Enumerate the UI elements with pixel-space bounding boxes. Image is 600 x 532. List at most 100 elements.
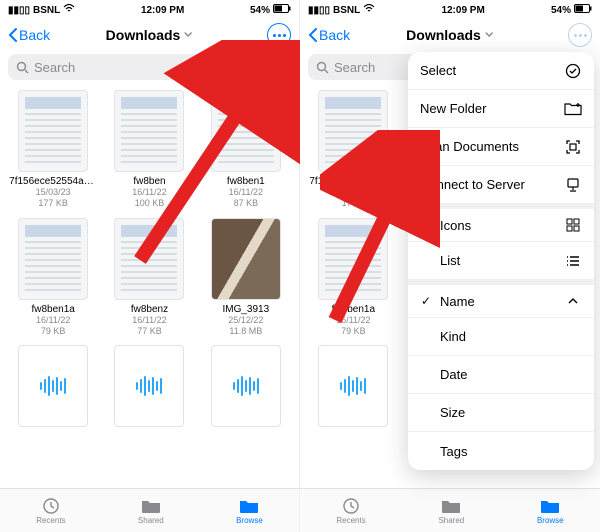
- search-icon: [316, 61, 329, 74]
- waveform-icon: [340, 376, 366, 396]
- file-thumbnail: [318, 90, 388, 172]
- menu-view-list[interactable]: List: [408, 242, 594, 280]
- battery-icon: [574, 4, 592, 16]
- file-thumbnail: [211, 90, 281, 172]
- tab-shared[interactable]: Shared: [138, 497, 164, 525]
- file-item[interactable]: IMG_391325/12/2211.8 MB: [199, 214, 293, 338]
- title-dropdown[interactable]: Downloads: [106, 27, 194, 43]
- file-thumbnail: [114, 218, 184, 300]
- file-thumbnail: [114, 90, 184, 172]
- check-icon: ✓: [420, 294, 432, 308]
- title-dropdown[interactable]: Downloads: [406, 27, 494, 43]
- file-grid: 7f156ece52554a5...739715/03/23177 KB fw8…: [0, 86, 299, 488]
- tab-recents[interactable]: Recents: [336, 497, 365, 525]
- file-item[interactable]: [102, 341, 196, 427]
- carrier-label: BSNL: [33, 5, 60, 16]
- tab-shared[interactable]: Shared: [438, 497, 464, 525]
- clock: 12:09 PM: [141, 5, 184, 16]
- search-icon: [16, 61, 29, 74]
- back-button[interactable]: Back: [8, 27, 50, 43]
- folder-icon: [539, 497, 561, 515]
- server-icon: [564, 176, 582, 194]
- back-label: Back: [319, 27, 350, 43]
- file-item[interactable]: fw8ben116/11/2287 KB: [199, 86, 293, 210]
- menu-new-folder[interactable]: New Folder: [408, 90, 594, 128]
- screen-right: ▮▮▯▯ BSNL 12:09 PM 54% Back Downloads: [300, 0, 600, 532]
- signal-icon: ▮▮▯▯: [308, 5, 330, 16]
- menu-connect-server[interactable]: Connect to Server: [408, 166, 594, 204]
- file-item[interactable]: fw8ben16/11/22100 KB: [102, 86, 196, 210]
- folder-person-icon: [440, 497, 462, 515]
- folder-person-icon: [140, 497, 162, 515]
- menu-view-icons[interactable]: ✓Icons: [408, 204, 594, 242]
- menu-sort-size[interactable]: Size: [408, 394, 594, 432]
- search-placeholder: Search: [334, 60, 375, 75]
- menu-select[interactable]: Select: [408, 52, 594, 90]
- waveform-icon: [40, 376, 66, 396]
- ellipsis-icon: [273, 34, 286, 37]
- check-icon: ✓: [420, 218, 432, 232]
- screen-left: ▮▮▯▯ BSNL 12:09 PM 54% Back Downloads: [0, 0, 300, 532]
- file-thumbnail: [18, 90, 88, 172]
- waveform-icon: [233, 376, 259, 396]
- nav-bar: Back Downloads: [0, 18, 299, 52]
- tab-bar: Recents Shared Browse: [0, 488, 299, 532]
- tab-browse[interactable]: Browse: [236, 497, 263, 525]
- page-title: Downloads: [406, 27, 481, 43]
- file-thumbnail: [18, 218, 88, 300]
- menu-sort-date[interactable]: Date: [408, 356, 594, 394]
- file-thumbnail: [211, 218, 281, 300]
- chevron-down-icon: [183, 30, 193, 40]
- menu-sort-kind[interactable]: Kind: [408, 318, 594, 356]
- file-item[interactable]: [199, 341, 293, 427]
- waveform-icon: [136, 376, 162, 396]
- search-placeholder: Search: [34, 60, 75, 75]
- file-thumbnail: [211, 345, 281, 427]
- menu-sort-tags[interactable]: Tags: [408, 432, 594, 470]
- more-button[interactable]: [267, 23, 291, 47]
- nav-bar: Back Downloads: [300, 18, 600, 52]
- chevron-up-icon: [564, 292, 582, 310]
- carrier-label: BSNL: [333, 5, 360, 16]
- wifi-icon: [63, 4, 75, 17]
- file-thumbnail: [318, 345, 388, 427]
- file-thumbnail: [114, 345, 184, 427]
- folder-icon: [238, 497, 260, 515]
- grid-icon: [564, 216, 582, 234]
- file-item[interactable]: [6, 341, 100, 427]
- file-item[interactable]: 7f156ece52554a5...739715/03/23177 KB: [6, 86, 100, 210]
- file-item[interactable]: fw8ben1a16/11/2279 KB: [6, 214, 100, 338]
- battery-label: 54%: [551, 5, 571, 16]
- clock-icon: [340, 497, 362, 515]
- clock: 12:09 PM: [441, 5, 484, 16]
- scan-icon: [564, 138, 582, 156]
- menu-sort-name[interactable]: ✓Name: [408, 280, 594, 318]
- search-input[interactable]: Search: [8, 54, 291, 80]
- wifi-icon: [363, 4, 375, 17]
- chevron-down-icon: [484, 30, 494, 40]
- status-bar: ▮▮▯▯ BSNL 12:09 PM 54%: [0, 0, 299, 18]
- file-item[interactable]: 7f156ece52554a5...739715/03/177 K: [306, 86, 401, 210]
- file-thumbnail: [318, 218, 388, 300]
- file-item[interactable]: [306, 341, 401, 427]
- menu-scan-documents[interactable]: Scan Documents: [408, 128, 594, 166]
- ellipsis-icon: [574, 34, 587, 37]
- battery-label: 54%: [250, 5, 270, 16]
- signal-icon: ▮▮▯▯: [8, 5, 30, 16]
- checkmark-circle-icon: [564, 62, 582, 80]
- tab-bar: Recents Shared Browse: [300, 488, 600, 532]
- page-title: Downloads: [106, 27, 181, 43]
- tab-recents[interactable]: Recents: [36, 497, 65, 525]
- battery-icon: [273, 4, 291, 16]
- chevron-left-icon: [308, 28, 318, 42]
- file-item[interactable]: fw8benz16/11/2277 KB: [102, 214, 196, 338]
- more-button[interactable]: [568, 23, 592, 47]
- chevron-left-icon: [8, 28, 18, 42]
- context-menu: Select New Folder Scan Documents Connect…: [408, 52, 594, 470]
- folder-plus-icon: [564, 100, 582, 118]
- clock-icon: [40, 497, 62, 515]
- back-label: Back: [19, 27, 50, 43]
- back-button[interactable]: Back: [308, 27, 350, 43]
- file-item[interactable]: fw8ben1a16/11/2279 KB: [306, 214, 401, 338]
- tab-browse[interactable]: Browse: [537, 497, 564, 525]
